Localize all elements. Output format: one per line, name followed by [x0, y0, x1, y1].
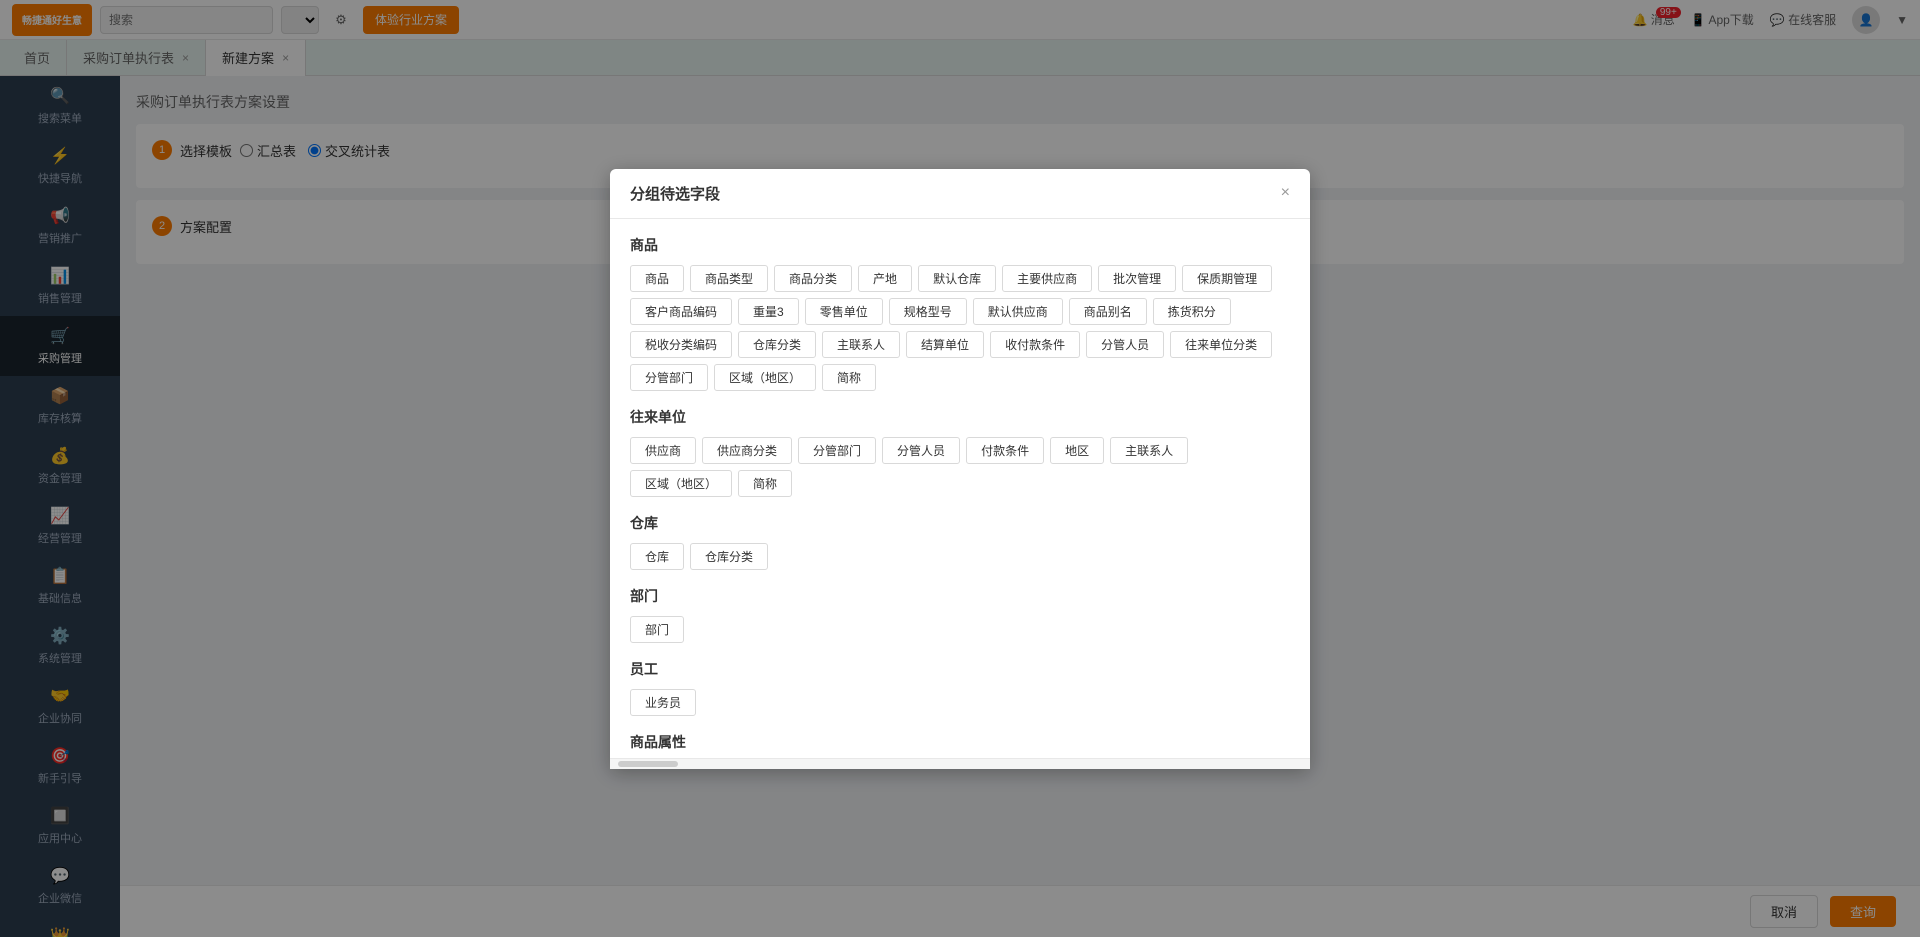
partner-field-tags: 供应商 供应商分类 分管部门 分管人员 付款条件 地区 主联系人 区域（地区） …: [630, 437, 1290, 497]
field-tag-product-22[interactable]: 分管部门: [630, 364, 708, 391]
field-tag-product-0[interactable]: 商品: [630, 265, 684, 292]
field-tag-product-17[interactable]: 主联系人: [822, 331, 900, 358]
employee-field-tags: 业务员: [630, 689, 1290, 716]
product-field-tags: 商品 商品类型 商品分类 产地 默认仓库 主要供应商 批次管理 保质期管理 客户…: [630, 265, 1290, 391]
field-tag-partner-1[interactable]: 供应商分类: [702, 437, 792, 464]
field-group-partner-title: 往来单位: [630, 407, 1290, 427]
field-tag-product-5[interactable]: 主要供应商: [1002, 265, 1092, 292]
field-tag-product-13[interactable]: 商品别名: [1069, 298, 1147, 325]
field-tag-product-1[interactable]: 商品类型: [690, 265, 768, 292]
field-tag-product-18[interactable]: 结算单位: [906, 331, 984, 358]
field-group-product-attr-title: 商品属性: [630, 732, 1290, 752]
field-tag-product-4[interactable]: 默认仓库: [918, 265, 996, 292]
warehouse-field-tags: 仓库 仓库分类: [630, 543, 1290, 570]
field-tag-partner-8[interactable]: 简称: [738, 470, 792, 497]
field-tag-product-10[interactable]: 零售单位: [805, 298, 883, 325]
field-tag-product-2[interactable]: 商品分类: [774, 265, 852, 292]
field-tag-product-20[interactable]: 分管人员: [1086, 331, 1164, 358]
field-tag-product-11[interactable]: 规格型号: [889, 298, 967, 325]
field-tag-warehouse-1[interactable]: 仓库分类: [690, 543, 768, 570]
field-tag-product-14[interactable]: 拣货积分: [1153, 298, 1231, 325]
field-group-warehouse-title: 仓库: [630, 513, 1290, 533]
field-group-product: 商品 商品 商品类型 商品分类 产地 默认仓库 主要供应商 批次管理 保质期管理…: [630, 235, 1290, 391]
field-tag-warehouse-0[interactable]: 仓库: [630, 543, 684, 570]
field-tag-product-6[interactable]: 批次管理: [1098, 265, 1176, 292]
field-tag-product-23[interactable]: 区域（地区）: [714, 364, 816, 391]
modal-body: 商品 商品 商品类型 商品分类 产地 默认仓库 主要供应商 批次管理 保质期管理…: [610, 219, 1310, 759]
field-tag-partner-2[interactable]: 分管部门: [798, 437, 876, 464]
field-tag-product-12[interactable]: 默认供应商: [973, 298, 1063, 325]
modal-title: 分组待选字段: [630, 183, 720, 204]
field-tag-partner-5[interactable]: 地区: [1050, 437, 1104, 464]
modal-horizontal-scrollbar[interactable]: [610, 758, 1310, 768]
modal-header: 分组待选字段 ×: [610, 169, 1310, 219]
field-tag-partner-0[interactable]: 供应商: [630, 437, 696, 464]
field-tag-employee-0[interactable]: 业务员: [630, 689, 696, 716]
field-tag-product-7[interactable]: 保质期管理: [1182, 265, 1272, 292]
field-tag-partner-3[interactable]: 分管人员: [882, 437, 960, 464]
modal-field-selector: 分组待选字段 × 商品 商品 商品类型 商品分类 产地 默认仓库 主要供应商 批…: [610, 169, 1310, 769]
field-group-employee: 员工 业务员: [630, 659, 1290, 716]
field-tag-partner-4[interactable]: 付款条件: [966, 437, 1044, 464]
field-tag-product-9[interactable]: 重量3: [738, 298, 799, 325]
field-group-department-title: 部门: [630, 586, 1290, 606]
modal-close-button[interactable]: ×: [1281, 184, 1290, 202]
field-group-employee-title: 员工: [630, 659, 1290, 679]
field-tag-partner-7[interactable]: 区域（地区）: [630, 470, 732, 497]
field-group-product-title: 商品: [630, 235, 1290, 255]
field-tag-partner-6[interactable]: 主联系人: [1110, 437, 1188, 464]
field-group-product-attr: 商品属性 属性 颜色 多规格 尺码 鞋码 1: [630, 732, 1290, 759]
field-tag-product-21[interactable]: 往来单位分类: [1170, 331, 1272, 358]
field-tag-product-3[interactable]: 产地: [858, 265, 912, 292]
field-tag-product-8[interactable]: 客户商品编码: [630, 298, 732, 325]
field-tag-product-16[interactable]: 仓库分类: [738, 331, 816, 358]
field-tag-department-0[interactable]: 部门: [630, 616, 684, 643]
field-tag-product-24[interactable]: 简称: [822, 364, 876, 391]
department-field-tags: 部门: [630, 616, 1290, 643]
field-group-partner: 往来单位 供应商 供应商分类 分管部门 分管人员 付款条件 地区 主联系人 区域…: [630, 407, 1290, 497]
field-tag-product-19[interactable]: 收付款条件: [990, 331, 1080, 358]
field-group-department: 部门 部门: [630, 586, 1290, 643]
field-tag-product-15[interactable]: 税收分类编码: [630, 331, 732, 358]
field-group-warehouse: 仓库 仓库 仓库分类: [630, 513, 1290, 570]
